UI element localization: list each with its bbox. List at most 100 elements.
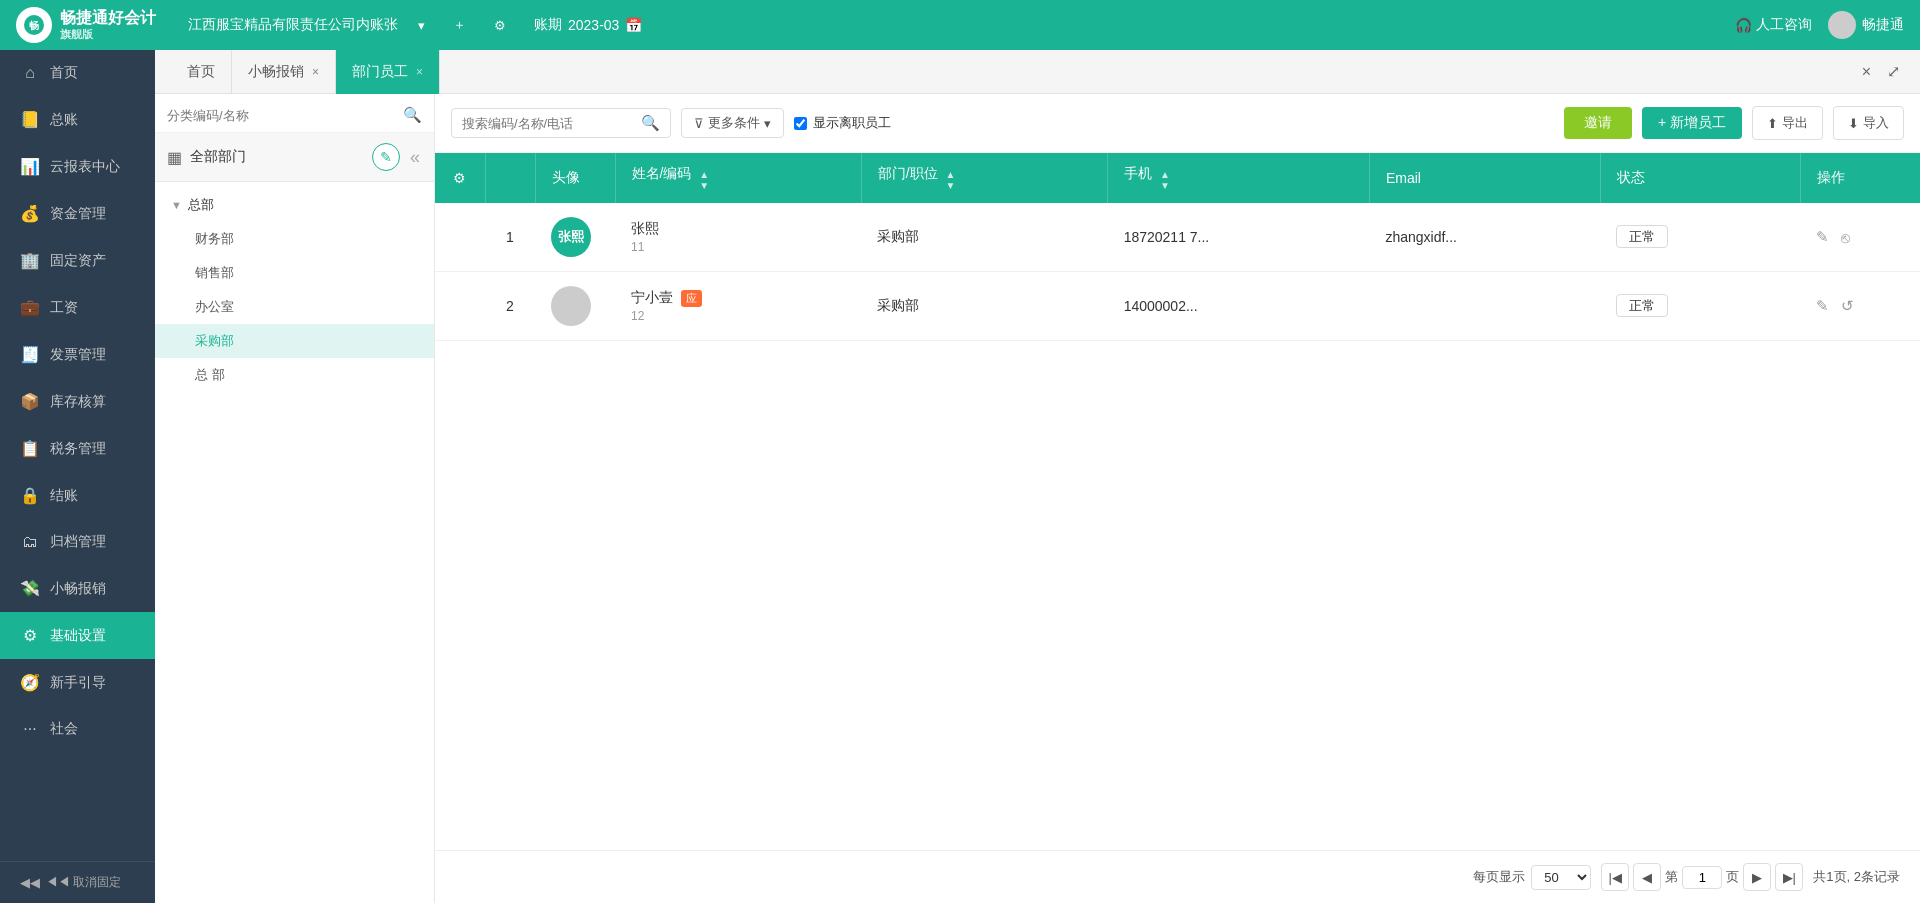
tree-child-general-hq[interactable]: 总 部: [155, 358, 434, 392]
tab-xiaochang-close[interactable]: ×: [312, 65, 319, 79]
th-settings[interactable]: ⚙: [435, 153, 485, 203]
sidebar-item-reports[interactable]: 📊 云报表中心: [0, 143, 155, 190]
th-dept-pos[interactable]: 部门/职位 ▲▼: [861, 153, 1107, 203]
sidebar-item-xiaochang[interactable]: 💸 小畅报销: [0, 565, 155, 612]
headset-icon: 🎧: [1735, 17, 1752, 33]
tab-dept-employee[interactable]: 部门员工 ×: [336, 50, 440, 94]
edit-icon-1[interactable]: ✎: [1816, 228, 1829, 246]
edit-icon-2[interactable]: ✎: [1816, 297, 1829, 315]
tree-child-sales-label: 销售部: [195, 265, 234, 280]
sidebar-item-invoice[interactable]: 🧾 发票管理: [0, 331, 155, 378]
tabs-bar: 首页 小畅报销 × 部门员工 × × ⤢: [155, 50, 1920, 94]
import-btn[interactable]: ⬇ 导入: [1833, 106, 1904, 140]
invite-btn[interactable]: 邀请: [1564, 107, 1632, 139]
sidebar-item-tax[interactable]: 📋 税务管理: [0, 425, 155, 472]
calendar-icon[interactable]: 📅: [625, 17, 642, 33]
tab-xiaochang[interactable]: 小畅报销 ×: [232, 50, 336, 94]
sidebar-item-settings[interactable]: ⚙ 基础设置: [0, 612, 155, 659]
close-window-btn[interactable]: ×: [1858, 58, 1875, 85]
page-number-input[interactable]: [1682, 866, 1722, 889]
assets-icon: 🏢: [20, 251, 40, 270]
show-resigned-checkbox[interactable]: [794, 117, 807, 130]
th-phone[interactable]: 手机 ▲▼: [1108, 153, 1370, 203]
show-resigned-label[interactable]: 显示离职员工: [813, 114, 891, 132]
archive-icon: 🗂: [20, 533, 40, 551]
td-settings-1: [435, 203, 485, 272]
sidebar-item-more[interactable]: ··· 社会: [0, 706, 155, 752]
guide-icon: 🧭: [20, 673, 40, 692]
tree-search-input[interactable]: [167, 108, 395, 123]
add-employee-btn[interactable]: + 新增员工: [1642, 107, 1742, 139]
last-page-btn[interactable]: ▶|: [1775, 863, 1803, 891]
name-1: 张熙: [631, 220, 845, 238]
per-page-label: 每页显示: [1473, 868, 1525, 886]
tree-root-label: 全部部门: [190, 148, 364, 166]
data-panel: 🔍 ⊽ 更多条件 ▾ 显示离职员工 邀请 + 新增员工: [435, 94, 1920, 903]
closing-icon: 🔒: [20, 486, 40, 505]
th-name-code[interactable]: 姓名/编码 ▲▼: [615, 153, 861, 203]
status-badge-2: 正常: [1616, 294, 1668, 317]
export-icon: ⬆: [1767, 116, 1778, 131]
td-name-2: 宁小壹 应 12: [615, 272, 861, 341]
tree-collapse-btn[interactable]: «: [408, 145, 422, 170]
td-dept-1: 采购部: [861, 203, 1107, 272]
per-page-selector[interactable]: 50 20 100: [1531, 865, 1591, 890]
expand-window-btn[interactable]: ⤢: [1883, 58, 1904, 85]
tree-child-finance[interactable]: 财务部: [155, 222, 434, 256]
tree-child-purchase-label: 采购部: [195, 333, 234, 348]
user-area[interactable]: 畅捷通: [1828, 11, 1904, 39]
sidebar-item-guide[interactable]: 🧭 新手引导: [0, 659, 155, 706]
tree-group-hq-text: 总部: [188, 196, 214, 214]
company-name: 江西服宝精品有限责任公司内账张: [188, 16, 398, 34]
delete-icon-2[interactable]: ↺: [1841, 297, 1854, 315]
td-phone-2: 14000002...: [1108, 272, 1370, 341]
sidebar-item-salary[interactable]: 💼 工资: [0, 284, 155, 331]
sidebar-item-assets[interactable]: 🏢 固定资产: [0, 237, 155, 284]
more-filter-btn[interactable]: ⊽ 更多条件 ▾: [681, 108, 784, 138]
logout-icon-1[interactable]: ⎋: [1841, 229, 1850, 246]
sort-phone-icon: ▲▼: [1160, 169, 1170, 191]
settings-icon: ⚙: [20, 626, 40, 645]
export-btn[interactable]: ⬆ 导出: [1752, 106, 1823, 140]
employee-search-input[interactable]: [462, 116, 635, 131]
sidebar-label-ledger: 总账: [50, 111, 78, 129]
service-btn[interactable]: 🎧 人工咨询: [1735, 16, 1812, 34]
code-2: 12: [631, 309, 845, 323]
settings-btn[interactable]: ⚙: [486, 14, 514, 37]
dropdown-arrow-btn[interactable]: ▾: [410, 14, 433, 37]
tabs-actions: × ⤢: [1858, 58, 1904, 85]
avatar-2: [551, 286, 591, 326]
app-sub: 旗舰版: [60, 27, 156, 42]
sidebar-item-archive[interactable]: 🗂 归档管理: [0, 519, 155, 565]
tab-dept-employee-close[interactable]: ×: [416, 65, 423, 79]
sidebar-label-reports: 云报表中心: [50, 158, 120, 176]
tree-search-icon[interactable]: 🔍: [403, 106, 422, 124]
unpin-btn[interactable]: ◀◀ ◀◀ 取消固定: [0, 861, 155, 903]
table-body: 1 张熙 张熙 11 采购部: [435, 203, 1920, 341]
unpin-label: ◀◀ 取消固定: [46, 874, 121, 891]
employee-search-icon[interactable]: 🔍: [641, 114, 660, 132]
tree-edit-btn[interactable]: ✎: [372, 143, 400, 171]
tree-child-office[interactable]: 办公室: [155, 290, 434, 324]
sidebar-label-settings: 基础设置: [50, 627, 106, 645]
sidebar-item-home[interactable]: ⌂ 首页: [0, 50, 155, 96]
sidebar-item-funds[interactable]: 💰 资金管理: [0, 190, 155, 237]
add-company-btn[interactable]: ＋: [445, 12, 474, 38]
user-name: 畅捷通: [1862, 16, 1904, 34]
next-page-btn[interactable]: ▶: [1743, 863, 1771, 891]
sidebar-label-assets: 固定资产: [50, 252, 106, 270]
sidebar-label-funds: 资金管理: [50, 205, 106, 223]
tree-child-purchase[interactable]: 采购部: [155, 324, 434, 358]
tree-child-sales[interactable]: 销售部: [155, 256, 434, 290]
sidebar-item-inventory[interactable]: 📦 库存核算: [0, 378, 155, 425]
tab-home[interactable]: 首页: [171, 50, 232, 94]
sidebar: ⌂ 首页 📒 总账 📊 云报表中心 💰 资金管理 🏢 固定资产 💼 工资 🧾 发…: [0, 50, 155, 903]
first-page-btn[interactable]: |◀: [1601, 863, 1629, 891]
sidebar-item-ledger[interactable]: 📒 总账: [0, 96, 155, 143]
export-label: 导出: [1782, 114, 1808, 132]
tree-group-hq-label[interactable]: ▼ 总部: [155, 188, 434, 222]
prev-page-btn[interactable]: ◀: [1633, 863, 1661, 891]
sidebar-item-closing[interactable]: 🔒 结账: [0, 472, 155, 519]
logo-area: 畅 畅捷通好会计 旗舰版: [16, 7, 156, 43]
name-code-1: 张熙 11: [631, 220, 845, 254]
